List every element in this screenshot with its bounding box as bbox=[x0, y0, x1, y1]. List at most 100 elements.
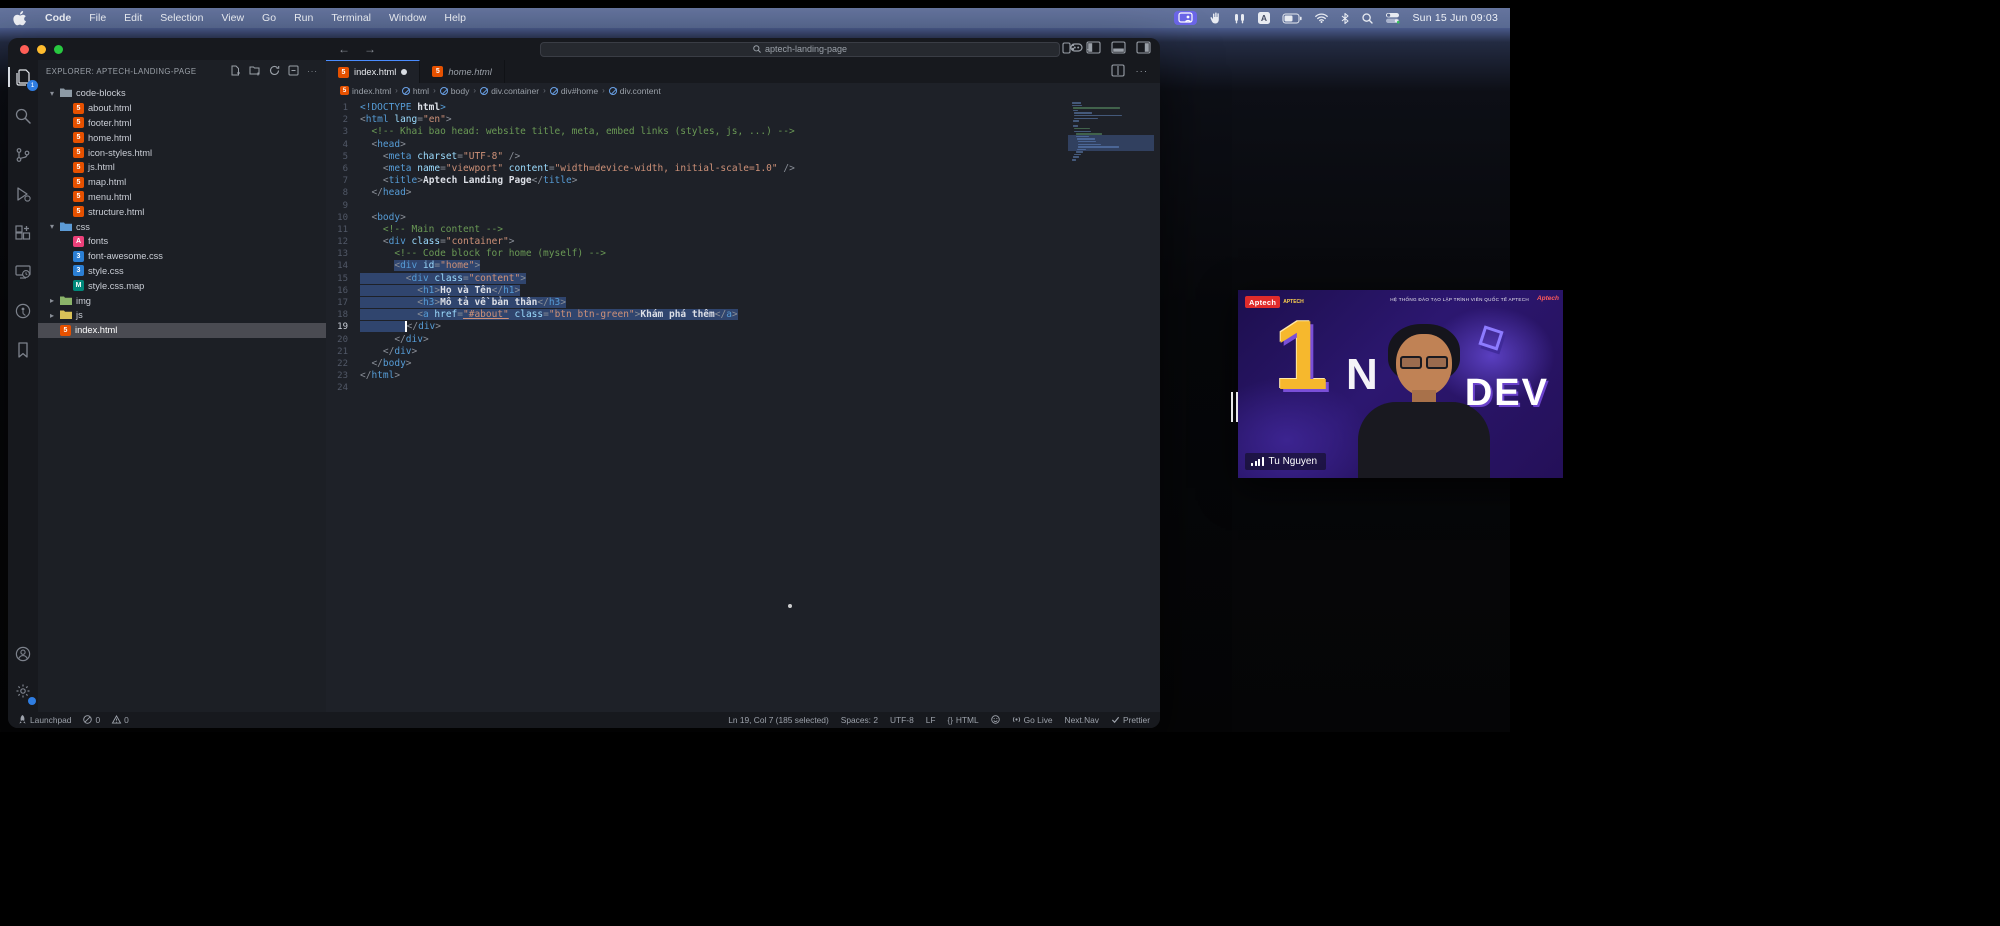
code-line[interactable]: 11 <!-- Main content --> bbox=[326, 224, 1070, 236]
menu-item-window[interactable]: Window bbox=[380, 10, 435, 26]
status-item-0[interactable]: 0 bbox=[111, 714, 129, 726]
code-line[interactable]: 9 bbox=[326, 200, 1070, 212]
screen-sharing-icon[interactable] bbox=[1174, 11, 1198, 25]
code-editor[interactable]: 1 <!DOCTYPE html> 2 <html lang="en"> 3 <!-- … bbox=[326, 100, 1070, 712]
explorer-icon[interactable]: 1 bbox=[8, 66, 38, 91]
menu-item-selection[interactable]: Selection bbox=[151, 10, 212, 26]
new-file-icon[interactable] bbox=[230, 65, 241, 78]
toggle-panel-icon[interactable] bbox=[1111, 41, 1126, 56]
source-control-icon[interactable] bbox=[12, 144, 34, 166]
breadcrumb-item[interactable]: 5 index.html bbox=[340, 86, 391, 96]
collapse-folders-icon[interactable] bbox=[288, 65, 299, 78]
menu-item-help[interactable]: Help bbox=[435, 10, 475, 26]
code-line[interactable]: 8 </head> bbox=[326, 187, 1070, 199]
status-item-next-nav[interactable]: Next.Nav bbox=[1065, 715, 1099, 725]
code-line[interactable]: 16 <h1>Họ và Tên</h1> bbox=[326, 284, 1070, 297]
bookmarks-icon[interactable] bbox=[12, 339, 34, 361]
code-line[interactable]: 18 <a href="#about" class="btn btn-green… bbox=[326, 309, 1070, 321]
code-line[interactable]: 15 <div class="content"> bbox=[326, 272, 1070, 285]
battery-icon[interactable] bbox=[1282, 13, 1303, 23]
code-line[interactable]: 22 </body> bbox=[326, 358, 1070, 370]
menu-item-file[interactable]: File bbox=[80, 10, 115, 26]
file-row-style.css[interactable]: 3 style.css bbox=[38, 264, 326, 279]
breadcrumb-item[interactable]: div#home bbox=[549, 86, 598, 96]
status-item-html[interactable]: {} HTML bbox=[948, 715, 979, 725]
control-center-icon[interactable] bbox=[1386, 13, 1400, 24]
file-row-css[interactable]: ▾ css bbox=[38, 219, 326, 234]
code-line[interactable]: 7 <title>Aptech Landing Page</title> bbox=[326, 175, 1070, 187]
code-line[interactable]: 4 <head> bbox=[326, 139, 1070, 151]
menu-item-view[interactable]: View bbox=[212, 10, 253, 26]
file-row-js[interactable]: ▸ js bbox=[38, 308, 326, 323]
menu-item-edit[interactable]: Edit bbox=[115, 10, 151, 26]
menu-item-run[interactable]: Run bbox=[285, 10, 322, 26]
wifi-icon[interactable] bbox=[1315, 13, 1329, 23]
code-line[interactable]: 6 <meta name="viewport" content="width=d… bbox=[326, 163, 1070, 175]
code-line[interactable]: 21 </div> bbox=[326, 346, 1070, 358]
file-row-js.html[interactable]: 5 js.html bbox=[38, 160, 326, 175]
menu-item-terminal[interactable]: Terminal bbox=[322, 10, 380, 26]
minimap[interactable] bbox=[1068, 102, 1154, 402]
spotlight-icon[interactable] bbox=[1362, 12, 1374, 24]
settings-gear-icon[interactable] bbox=[12, 680, 36, 705]
code-line[interactable]: 5 <meta charset="UTF-8" /> bbox=[326, 151, 1070, 163]
customize-layout-icon[interactable] bbox=[1062, 41, 1075, 57]
file-row-structure.html[interactable]: 5 structure.html bbox=[38, 204, 326, 219]
file-row-about.html[interactable]: 5 about.html bbox=[38, 101, 326, 116]
code-line[interactable]: 14 <div id="home"> bbox=[326, 260, 1070, 272]
status-item[interactable] bbox=[990, 714, 1000, 726]
status-item-utf-8[interactable]: UTF-8 bbox=[890, 715, 914, 725]
breadcrumb-item[interactable]: html bbox=[401, 86, 429, 96]
file-row-style.css.map[interactable]: Mstyle.css.map bbox=[38, 278, 326, 293]
status-item-go-live[interactable]: Go Live bbox=[1012, 715, 1053, 726]
code-line[interactable]: 13 <!-- Code block for home (myself) --> bbox=[326, 248, 1070, 260]
zoom-window-button[interactable] bbox=[54, 44, 63, 54]
file-row-map.html[interactable]: 5 map.html bbox=[38, 175, 326, 190]
live-preview-icon[interactable] bbox=[12, 261, 34, 283]
code-line[interactable]: 12 <div class="container"> bbox=[326, 236, 1070, 248]
code-line[interactable]: 23 </html> bbox=[326, 370, 1070, 382]
file-row-fonts[interactable]: Afonts bbox=[38, 234, 326, 249]
video-drag-handle[interactable] bbox=[1231, 392, 1238, 422]
file-row-code-blocks[interactable]: ▾ code-blocks bbox=[38, 86, 326, 101]
toggle-primary-sidebar-icon[interactable] bbox=[1086, 41, 1101, 56]
apple-menu-icon[interactable] bbox=[13, 11, 30, 26]
status-item-ln-19-col-7-185-selected[interactable]: Ln 19, Col 7 (185 selected) bbox=[728, 715, 829, 725]
tab-home-html[interactable]: 5 home.html bbox=[420, 60, 505, 83]
toggle-secondary-sidebar-icon[interactable] bbox=[1136, 41, 1151, 56]
code-line[interactable]: 20 </div> bbox=[326, 334, 1070, 346]
webcam-overlay[interactable]: Aptech APTECH HỆ THỐNG ĐÀO TẠO LẬP TRÌNH… bbox=[1238, 290, 1563, 478]
search-sidebar-icon[interactable] bbox=[12, 105, 34, 127]
status-item-spaces-2[interactable]: Spaces: 2 bbox=[841, 715, 878, 725]
minimize-window-button[interactable] bbox=[37, 44, 46, 54]
file-row-home.html[interactable]: 5 home.html bbox=[38, 130, 326, 145]
file-row-img[interactable]: ▸ img bbox=[38, 293, 326, 308]
status-item-lf[interactable]: LF bbox=[926, 715, 936, 725]
extensions-icon[interactable] bbox=[12, 222, 34, 244]
file-row-footer.html[interactable]: 5 footer.html bbox=[38, 116, 326, 131]
code-line[interactable]: 2 <html lang="en"> bbox=[326, 114, 1070, 126]
refresh-icon[interactable] bbox=[269, 65, 280, 78]
file-row-font-awesome.css[interactable]: 3 font-awesome.css bbox=[38, 249, 326, 264]
navigate-forward-icon[interactable]: → bbox=[364, 42, 376, 56]
run-debug-icon[interactable] bbox=[12, 183, 34, 205]
code-line[interactable]: 24 bbox=[326, 382, 1070, 394]
status-item-prettier[interactable]: Prettier bbox=[1111, 715, 1150, 726]
file-row-menu.html[interactable]: 5 menu.html bbox=[38, 190, 326, 205]
navigate-back-icon[interactable]: ← bbox=[338, 42, 350, 56]
status-item-0[interactable]: 0 bbox=[83, 714, 100, 726]
file-row-icon-styles.html[interactable]: 5 icon-styles.html bbox=[38, 145, 326, 160]
menu-item-go[interactable]: Go bbox=[253, 10, 285, 26]
account-icon[interactable] bbox=[12, 643, 34, 665]
tab-index-html[interactable]: 5 index.html bbox=[326, 60, 421, 83]
close-window-button[interactable] bbox=[20, 44, 29, 54]
code-line[interactable]: 1 <!DOCTYPE html> bbox=[326, 102, 1070, 114]
file-row-index.html[interactable]: 5 index.html bbox=[38, 322, 326, 338]
breadcrumb-item[interactable]: body bbox=[439, 86, 469, 96]
new-folder-icon[interactable] bbox=[249, 65, 261, 78]
airpods-icon[interactable] bbox=[1234, 13, 1245, 24]
status-item-launchpad[interactable]: Launchpad bbox=[18, 714, 71, 726]
live-share-icon[interactable] bbox=[12, 300, 34, 322]
split-editor-icon[interactable] bbox=[1110, 63, 1125, 79]
breadcrumb-item[interactable]: div.content bbox=[608, 86, 661, 96]
